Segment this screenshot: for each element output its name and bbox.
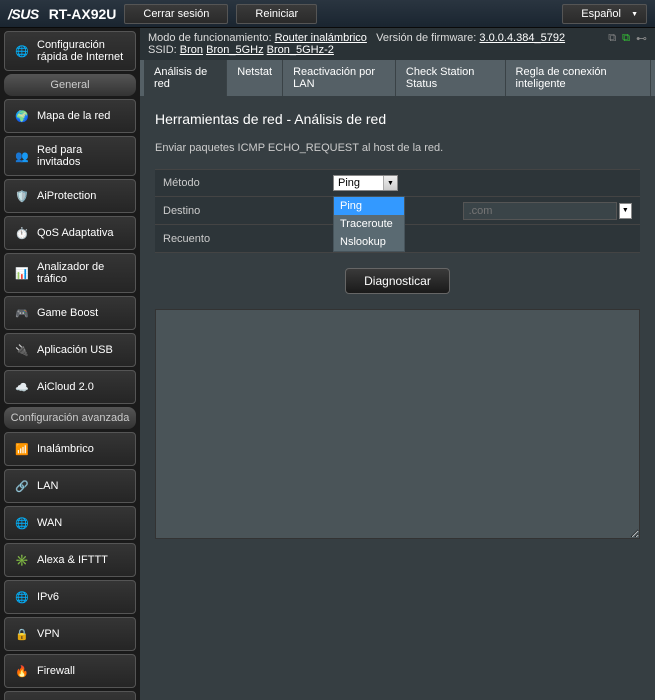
sidebar-item-lan[interactable]: 🔗 LAN <box>4 469 136 503</box>
sidebar-item-alexa-ifttt[interactable]: ✳️ Alexa & IFTTT <box>4 543 136 577</box>
ssid-label: SSID: <box>148 44 177 56</box>
chevron-down-icon: ▼ <box>383 176 397 190</box>
model-name: RT-AX92U <box>49 6 117 22</box>
sidebar-item-vpn[interactable]: 🔒 VPN <box>4 617 136 651</box>
sidebar-item-label: QoS Adaptativa <box>37 227 113 239</box>
page-title: Herramientas de red - Análisis de red <box>155 111 640 127</box>
sidebar-item-label: VPN <box>37 628 60 640</box>
vpn-icon: 🔒 <box>13 625 31 643</box>
tab-wake-on-lan[interactable]: Reactivación por LAN <box>283 60 396 96</box>
globe-wrench-icon: 🌐 <box>13 42 31 60</box>
sidebar-item-label: WAN <box>37 517 62 529</box>
dropdown-option-ping[interactable]: Ping <box>334 197 404 215</box>
language-select[interactable]: Español <box>562 4 647 24</box>
tab-check-station[interactable]: Check Station Status <box>396 60 506 96</box>
tab-netstat[interactable]: Netstat <box>227 60 283 96</box>
wifi-status-icon[interactable]: ⧉ <box>622 32 630 45</box>
ipv6-icon: 🌐 <box>13 588 31 606</box>
sidebar-item-usb-app[interactable]: 🔌 Aplicación USB <box>4 333 136 367</box>
diagnose-button[interactable]: Diagnosticar <box>345 268 450 294</box>
sidebar-item-label: Game Boost <box>37 307 98 319</box>
method-label: Método <box>163 177 333 189</box>
row-method: Método Ping ▼ Ping Traceroute Nslookup <box>155 169 640 197</box>
count-label: Recuento <box>163 233 333 245</box>
page-description: Enviar paquetes ICMP ECHO_REQUEST al hos… <box>155 142 640 154</box>
dropdown-option-nslookup[interactable]: Nslookup <box>334 233 404 251</box>
fw-value[interactable]: 3.0.0.4.384_5792 <box>479 32 565 44</box>
wifi-icon: 📶 <box>13 440 31 458</box>
sidebar-item-ipv6[interactable]: 🌐 IPv6 <box>4 580 136 614</box>
integration-icon: ✳️ <box>13 551 31 569</box>
sidebar-section-general: General <box>4 74 136 96</box>
aimesh-icon[interactable]: ⧉ <box>608 32 616 45</box>
firewall-icon: 🔥 <box>13 662 31 680</box>
ssid-3: Bron_5GHz-2 <box>267 44 334 56</box>
fw-label: Versión de firmware: <box>376 32 476 44</box>
ssid-2: Bron_5GHz <box>206 44 263 56</box>
sidebar-item-admin[interactable]: ⚙️ Administración <box>4 691 136 700</box>
gamepad-icon: 🎮 <box>13 304 31 322</box>
sidebar-item-label: IPv6 <box>37 591 59 603</box>
network-map-icon: 🌍 <box>13 107 31 125</box>
sidebar-item-qos[interactable]: ⏱️ QoS Adaptativa <box>4 216 136 250</box>
sidebar-item-label: Mapa de la red <box>37 110 110 122</box>
main-panel: ⧉ ⧉ ⊷ Modo de funcionamiento: Router ina… <box>140 28 655 700</box>
brand-logo: /SUS <box>8 6 39 22</box>
sidebar-item-label: Alexa & IFTTT <box>37 554 108 566</box>
sidebar-item-game-boost[interactable]: 🎮 Game Boost <box>4 296 136 330</box>
tab-bar: Análisis de red Netstat Reactivación por… <box>140 60 655 96</box>
mode-label: Modo de funcionamiento: <box>148 32 272 44</box>
sidebar-item-guest-network[interactable]: 👥 Red para invitados <box>4 136 136 176</box>
wan-icon: 🌐 <box>13 514 31 532</box>
sidebar-item-label: AiProtection <box>37 190 96 202</box>
sidebar-item-label: Inalámbrico <box>37 443 94 455</box>
result-textarea[interactable] <box>155 309 640 539</box>
sidebar-item-label: LAN <box>37 480 58 492</box>
guest-icon: 👥 <box>13 147 31 165</box>
chart-icon: 📊 <box>13 264 31 282</box>
reboot-button[interactable]: Reiniciar <box>236 4 317 24</box>
destination-dropdown-button[interactable]: ▼ <box>619 203 632 219</box>
sidebar-item-label: Aplicación USB <box>37 344 113 356</box>
method-select-value: Ping <box>338 177 360 189</box>
sidebar-item-traffic-analyzer[interactable]: 📊 Analizador de tráfico <box>4 253 136 293</box>
shield-icon: 🛡️ <box>13 187 31 205</box>
content-area: Herramientas de red - Análisis de red En… <box>140 96 655 554</box>
lan-icon: 🔗 <box>13 477 31 495</box>
dropdown-option-traceroute[interactable]: Traceroute <box>334 215 404 233</box>
sidebar-item-network-map[interactable]: 🌍 Mapa de la red <box>4 99 136 133</box>
sidebar-item-label: Analizador de tráfico <box>37 261 127 285</box>
method-dropdown: Ping Traceroute Nslookup <box>333 196 405 252</box>
sidebar: 🌐 Configuración rápida de Internet Gener… <box>0 28 140 700</box>
sidebar-item-wireless[interactable]: 📶 Inalámbrico <box>4 432 136 466</box>
sidebar-item-label: Configuración rápida de Internet <box>37 39 127 63</box>
sidebar-item-wan[interactable]: 🌐 WAN <box>4 506 136 540</box>
sidebar-item-aicloud[interactable]: ☁️ AiCloud 2.0 <box>4 370 136 404</box>
logout-button[interactable]: Cerrar sesión <box>124 4 228 24</box>
ssid-1: Bron <box>180 44 203 56</box>
sidebar-item-label: AiCloud 2.0 <box>37 381 94 393</box>
info-bar: ⧉ ⧉ ⊷ Modo de funcionamiento: Router ina… <box>140 28 655 60</box>
destination-input[interactable] <box>463 202 617 220</box>
destination-label: Destino <box>163 205 325 217</box>
cloud-icon: ☁️ <box>13 378 31 396</box>
usb-icon: 🔌 <box>13 341 31 359</box>
sidebar-section-advanced: Configuración avanzada <box>4 407 136 429</box>
tab-smart-connect[interactable]: Regla de conexión inteligente <box>506 60 652 96</box>
usb-status-icon[interactable]: ⊷ <box>636 32 647 45</box>
sidebar-item-aiprotection[interactable]: 🛡️ AiProtection <box>4 179 136 213</box>
top-bar: /SUS RT-AX92U Cerrar sesión Reiniciar Es… <box>0 0 655 28</box>
sidebar-item-firewall[interactable]: 🔥 Firewall <box>4 654 136 688</box>
speedometer-icon: ⏱️ <box>13 224 31 242</box>
mode-value[interactable]: Router inalámbrico <box>275 32 367 44</box>
sidebar-item-label: Red para invitados <box>37 144 127 168</box>
sidebar-item-label: Firewall <box>37 665 75 677</box>
sidebar-item-quick-setup[interactable]: 🌐 Configuración rápida de Internet <box>4 31 136 71</box>
tab-network-analysis[interactable]: Análisis de red <box>144 60 227 96</box>
method-select[interactable]: Ping ▼ <box>333 175 398 191</box>
